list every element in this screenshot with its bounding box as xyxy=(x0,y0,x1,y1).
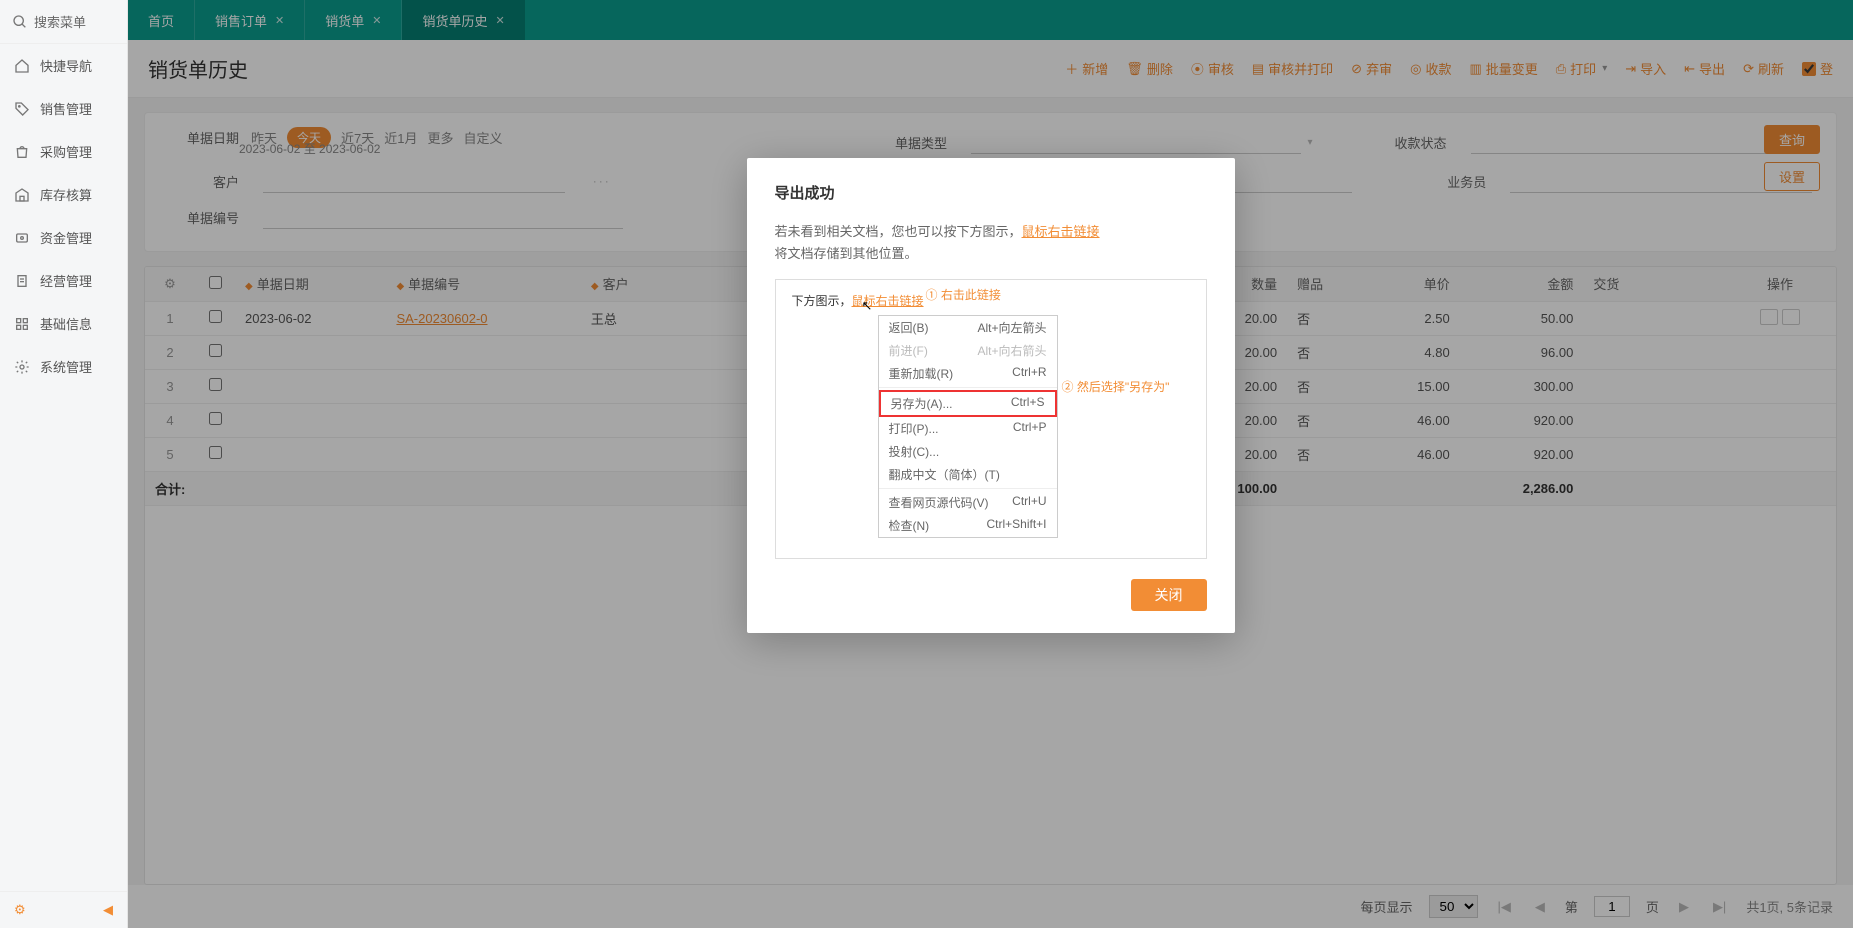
warehouse-icon xyxy=(14,187,30,203)
sidebar-search-label: 搜索菜单 xyxy=(34,12,86,31)
ctx-item: 打印(P)...Ctrl+P xyxy=(879,417,1057,440)
clipboard-icon xyxy=(14,273,30,289)
hint-2: ② 然后选择"另存为" xyxy=(1062,378,1170,395)
money-icon xyxy=(14,230,30,246)
context-menu-illustration: 返回(B)Alt+向左箭头前进(F)Alt+向右箭头重新加载(R)Ctrl+R 另… xyxy=(878,315,1058,538)
dialog-close-button[interactable]: 关闭 xyxy=(1131,579,1207,611)
ctx-item: 查看网页源代码(V)Ctrl+U xyxy=(879,491,1057,514)
sidebar-item-system[interactable]: 系统管理 xyxy=(0,345,127,388)
hint-1: ① 右击此链接 xyxy=(926,286,1001,303)
bag-icon xyxy=(14,144,30,160)
search-icon xyxy=(12,14,28,30)
right-click-link[interactable]: 鼠标右击链接 xyxy=(1022,224,1100,239)
ctx-item: 翻成中文（简体）(T) xyxy=(879,463,1057,486)
sidebar-item-label: 系统管理 xyxy=(40,357,92,376)
sidebar: 搜索菜单 快捷导航 销售管理 采购管理 库存核算 资金管理 经营管理 基础信息 xyxy=(0,0,128,928)
cursor-icon: ↖ xyxy=(862,298,873,314)
ctx-item: 重新加载(R)Ctrl+R xyxy=(879,362,1057,385)
ctx-item: 另存为(A)...Ctrl+S xyxy=(879,390,1057,417)
sidebar-item-label: 基础信息 xyxy=(40,314,92,333)
dialog-title: 导出成功 xyxy=(775,182,1207,203)
grid-icon xyxy=(14,316,30,332)
sidebar-item-label: 资金管理 xyxy=(40,228,92,247)
ctx-item: 前进(F)Alt+向右箭头 xyxy=(879,339,1057,362)
modal-mask: 导出成功 若未看到相关文档，您也可以按下方图示，鼠标右击链接 将文档存储到其他位… xyxy=(128,0,1853,928)
sidebar-item-basic[interactable]: 基础信息 xyxy=(0,302,127,345)
sidebar-item-business[interactable]: 经营管理 xyxy=(0,259,127,302)
sidebar-item-inventory[interactable]: 库存核算 xyxy=(0,173,127,216)
sidebar-search[interactable]: 搜索菜单 xyxy=(0,0,127,44)
tag-icon xyxy=(14,101,30,117)
sidebar-item-label: 经营管理 xyxy=(40,271,92,290)
sidebar-item-finance[interactable]: 资金管理 xyxy=(0,216,127,259)
sidebar-item-purchase[interactable]: 采购管理 xyxy=(0,130,127,173)
export-success-dialog: 导出成功 若未看到相关文档，您也可以按下方图示，鼠标右击链接 将文档存储到其他位… xyxy=(747,158,1235,633)
gear-icon xyxy=(14,359,30,375)
sidebar-item-label: 库存核算 xyxy=(40,185,92,204)
collapse-icon[interactable]: ◀ xyxy=(103,902,113,918)
ctx-item: 投射(C)... xyxy=(879,440,1057,463)
home-icon xyxy=(14,58,30,74)
ctx-item: 返回(B)Alt+向左箭头 xyxy=(879,316,1057,339)
sidebar-item-label: 快捷导航 xyxy=(40,56,92,75)
sidebar-item-label: 销售管理 xyxy=(40,99,92,118)
sidebar-item-label: 采购管理 xyxy=(40,142,92,161)
settings-icon[interactable]: ⚙ xyxy=(14,902,26,918)
demo-illustration: 下方图示，鼠标右击链接 ↖ ① 右击此链接 返回(B)Alt+向左箭头前进(F)… xyxy=(775,279,1207,559)
ctx-item: 检查(N)Ctrl+Shift+I xyxy=(879,514,1057,537)
sidebar-item-quicknav[interactable]: 快捷导航 xyxy=(0,44,127,87)
sidebar-item-sales[interactable]: 销售管理 xyxy=(0,87,127,130)
